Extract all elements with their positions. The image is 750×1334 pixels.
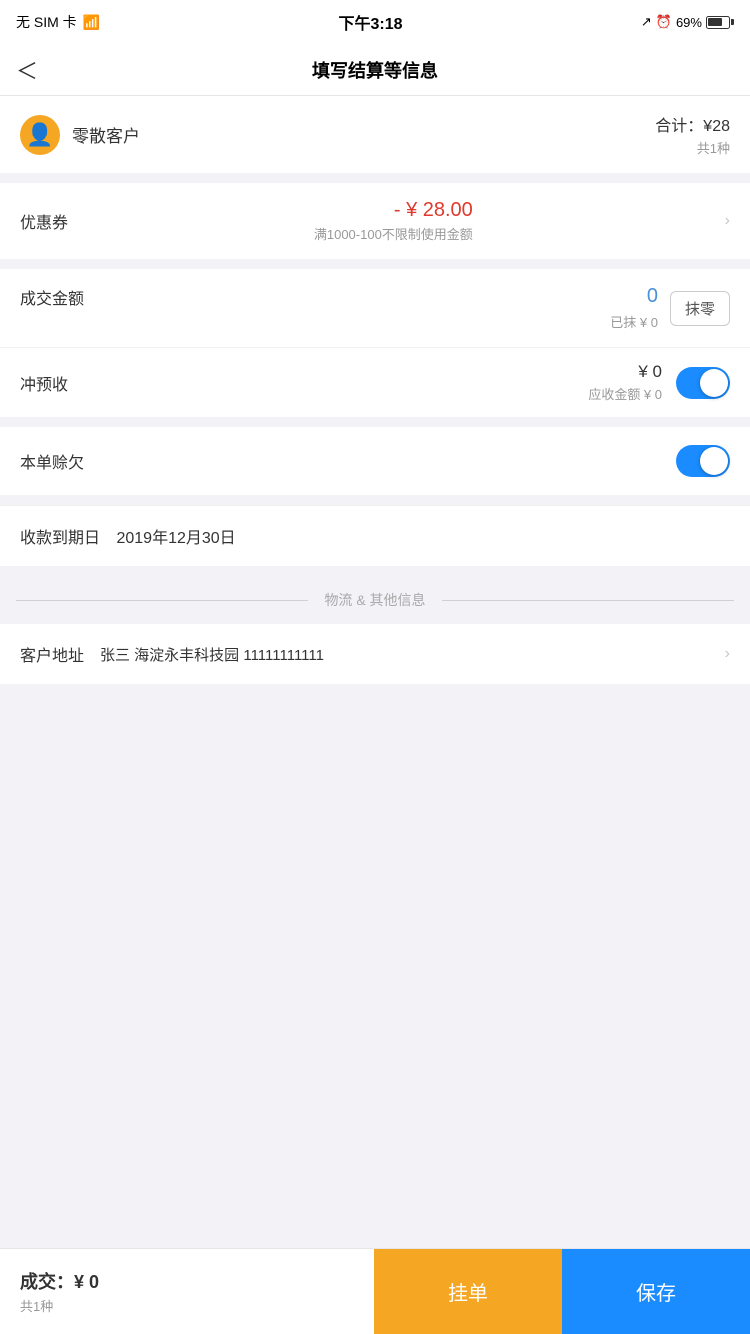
deal-amount-right: 0 已抹 ¥ 0 抹零	[610, 285, 730, 331]
customer-count: 共1种	[655, 138, 730, 157]
charge-prepay-row: 冲预收 ¥ 0 应收金额 ¥ 0	[0, 348, 750, 417]
charge-prepay-values: ¥ 0 应收金额 ¥ 0	[588, 362, 662, 403]
logistics-label: 物流 & 其他信息	[324, 590, 425, 610]
coupon-label: 优惠券	[20, 209, 68, 233]
logistics-divider: 物流 & 其他信息	[0, 576, 750, 624]
status-left: 无 SIM 卡 📶	[16, 12, 100, 32]
location-icon: ↗	[641, 14, 652, 30]
deal-amount-row: 成交金额 0 已抹 ¥ 0 抹零	[0, 269, 750, 348]
coupon-right: - ¥ 28.00 满1000-100不限制使用金额	[314, 199, 473, 243]
bottom-bar: 成交：¥ 0 共1种 挂单 保存	[0, 1248, 750, 1334]
address-section[interactable]: 客户地址 张三 海淀永丰科技园 11111111111 ›	[0, 624, 750, 684]
deal-amount-sub: 已抹 ¥ 0	[610, 312, 658, 331]
charge-sub-value: 应收金额 ¥ 0	[588, 384, 662, 403]
bottom-deal-amount: ¥ 0	[74, 1272, 99, 1292]
alarm-icon: ⏰	[656, 14, 672, 30]
nav-bar: ＜ 填写结算等信息	[0, 44, 750, 96]
coupon-desc: 满1000-100不限制使用金额	[314, 224, 473, 243]
charge-prepay-toggle[interactable]	[676, 367, 730, 399]
debit-toggle-knob	[700, 447, 728, 475]
deal-amount-label: 成交金额	[20, 285, 84, 309]
customer-section: 👤 零散客户 合计：¥28 共1种	[0, 96, 750, 173]
avatar-icon: 👤	[26, 122, 53, 148]
debit-toggle[interactable]	[676, 445, 730, 477]
main-content: 👤 零散客户 合计：¥28 共1种 优惠券 - ¥ 28.00 满1000-10…	[0, 96, 750, 784]
hang-order-button[interactable]: 挂单	[374, 1249, 562, 1334]
debit-label: 本单赊欠	[20, 449, 84, 473]
due-date-label: 收款到期日	[20, 530, 100, 547]
customer-avatar: 👤	[20, 115, 60, 155]
divider-line-left	[16, 600, 308, 601]
address-left: 客户地址 张三 海淀永丰科技园 11111111111	[20, 642, 324, 666]
back-button[interactable]: ＜	[16, 54, 38, 86]
customer-left: 👤 零散客户	[20, 115, 140, 155]
customer-name: 零散客户	[72, 122, 140, 147]
deal-amount-value: 0	[610, 285, 658, 308]
round-zero-button[interactable]: 抹零	[670, 291, 730, 326]
charge-prepay-label: 冲预收	[20, 371, 68, 395]
deal-prepay-section: 成交金额 0 已抹 ¥ 0 抹零 冲预收 ¥ 0 应收金额 ¥ 0	[0, 269, 750, 417]
due-date-value: 2019年12月30日	[116, 530, 235, 547]
divider-line-right	[442, 600, 734, 601]
coupon-chevron-icon: ›	[725, 212, 730, 230]
bottom-deal-text: 成交：	[20, 1272, 74, 1292]
address-chevron-icon: ›	[725, 645, 730, 663]
toggle-knob	[700, 369, 728, 397]
due-date-section: 收款到期日 2019年12月30日	[0, 505, 750, 566]
address-label: 客户地址	[20, 642, 84, 666]
charge-prepay-right: ¥ 0 应收金额 ¥ 0	[588, 362, 730, 403]
customer-total: 合计：¥28	[655, 112, 730, 136]
deal-amount-col: 0 已抹 ¥ 0	[610, 285, 658, 331]
debit-section: 本单赊欠	[0, 427, 750, 495]
bottom-info: 成交：¥ 0 共1种	[0, 1249, 374, 1334]
battery-percent: 69%	[676, 15, 702, 30]
wifi-icon: 📶	[83, 14, 100, 31]
coupon-discount: - ¥ 28.00	[314, 199, 473, 222]
bottom-deal-label: 成交：¥ 0	[20, 1268, 354, 1294]
customer-right: 合计：¥28 共1种	[655, 112, 730, 157]
bottom-count: 共1种	[20, 1296, 354, 1315]
page-title: 填写结算等信息	[312, 57, 438, 83]
status-right: ↗ ⏰ 69%	[641, 14, 734, 30]
save-button[interactable]: 保存	[562, 1249, 750, 1334]
due-date-row: 收款到期日 2019年12月30日	[0, 505, 750, 566]
battery-icon	[706, 16, 734, 29]
no-sim-label: 无 SIM 卡	[16, 12, 77, 32]
charge-main-value: ¥ 0	[588, 362, 662, 382]
address-value: 张三 海淀永丰科技园 11111111111	[100, 644, 324, 665]
status-time: 下午3:18	[338, 10, 402, 34]
coupon-section: 优惠券 - ¥ 28.00 满1000-100不限制使用金额 ›	[0, 183, 750, 259]
coupon-row[interactable]: 优惠券 - ¥ 28.00 满1000-100不限制使用金额 ›	[0, 183, 750, 259]
status-bar: 无 SIM 卡 📶 下午3:18 ↗ ⏰ 69%	[0, 0, 750, 44]
